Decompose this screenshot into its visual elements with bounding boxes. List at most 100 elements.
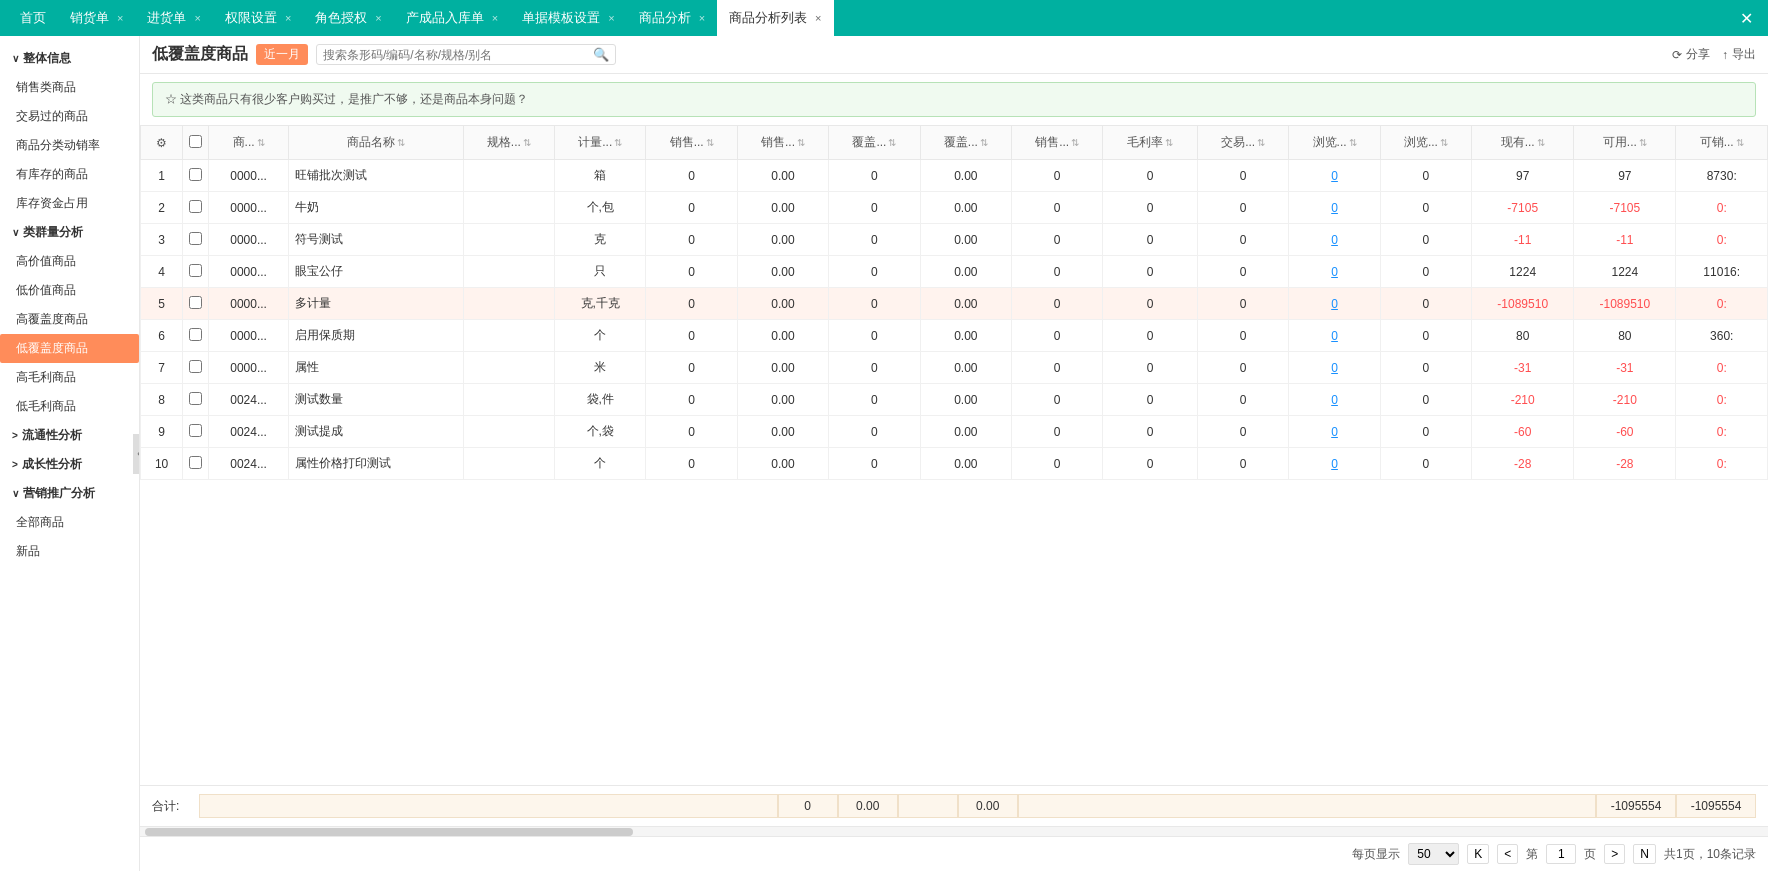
window-close-button[interactable]: ✕ bbox=[1732, 4, 1760, 32]
row-checkbox[interactable] bbox=[189, 264, 202, 277]
nav-item-首页[interactable]: 首页 bbox=[8, 0, 58, 36]
sidebar-section-2[interactable]: >流通性分析 bbox=[0, 421, 139, 450]
sidebar-item-低毛利商品[interactable]: 低毛利商品 bbox=[0, 392, 139, 421]
row-checkbox[interactable] bbox=[189, 328, 202, 341]
col-header-coverage1[interactable]: 覆盖...⇅ bbox=[829, 126, 920, 160]
nav-close-icon[interactable]: × bbox=[608, 0, 614, 36]
sidebar-item-全部商品[interactable]: 全部商品 bbox=[0, 508, 139, 537]
col-header-gross_margin[interactable]: 毛利率⇅ bbox=[1103, 126, 1198, 160]
data-table: ⚙商...⇅商品名称⇅规格...⇅计量...⇅销售...⇅销售...⇅覆盖...… bbox=[140, 125, 1768, 480]
browse-link[interactable]: 0 bbox=[1331, 265, 1338, 279]
row-gross-margin: 0 bbox=[1103, 288, 1198, 320]
nav-close-icon[interactable]: × bbox=[375, 0, 381, 36]
nav-item-进货单[interactable]: 进货单× bbox=[135, 0, 212, 36]
col-header-sales3[interactable]: 销售...⇅ bbox=[1012, 126, 1103, 160]
sidebar-item-商品分类动销率[interactable]: 商品分类动销率 bbox=[0, 131, 139, 160]
search-input[interactable] bbox=[323, 48, 593, 62]
sidebar-item-库存资金占用[interactable]: 库存资金占用 bbox=[0, 189, 139, 218]
browse-link[interactable]: 0 bbox=[1331, 393, 1338, 407]
nav-item-权限设置[interactable]: 权限设置× bbox=[213, 0, 303, 36]
share-button[interactable]: ⟳ 分享 bbox=[1672, 46, 1710, 63]
col-header-sales_count[interactable]: 销售...⇅ bbox=[646, 126, 737, 160]
sidebar-item-销售类商品[interactable]: 销售类商品 bbox=[0, 73, 139, 102]
sidebar-collapse-button[interactable]: « bbox=[133, 434, 140, 474]
sidebar-item-低覆盖度商品[interactable]: 低覆盖度商品 bbox=[0, 334, 139, 363]
browse-link[interactable]: 0 bbox=[1331, 329, 1338, 343]
nav-item-角色授权[interactable]: 角色授权× bbox=[303, 0, 393, 36]
browse-link[interactable]: 0 bbox=[1331, 169, 1338, 183]
nav-close-icon[interactable]: × bbox=[699, 0, 705, 36]
sidebar-section-0[interactable]: ∨整体信息 bbox=[0, 44, 139, 73]
sidebar-item-高覆盖度商品[interactable]: 高覆盖度商品 bbox=[0, 305, 139, 334]
sort-icon: ⇅ bbox=[257, 137, 265, 148]
nav-close-icon[interactable]: × bbox=[194, 0, 200, 36]
row-checkbox[interactable] bbox=[189, 168, 202, 181]
row-checkbox[interactable] bbox=[189, 456, 202, 469]
sidebar-item-新品[interactable]: 新品 bbox=[0, 537, 139, 566]
col-header-settings[interactable]: ⚙ bbox=[141, 126, 183, 160]
nav-item-商品分析列表[interactable]: 商品分析列表× bbox=[717, 0, 833, 36]
page-size-select[interactable]: 50 100 200 bbox=[1408, 843, 1459, 865]
sidebar-item-交易过的商品[interactable]: 交易过的商品 bbox=[0, 102, 139, 131]
row-checkbox[interactable] bbox=[189, 360, 202, 373]
col-header-code[interactable]: 商...⇅ bbox=[209, 126, 289, 160]
nav-close-icon[interactable]: × bbox=[492, 0, 498, 36]
row-checkbox[interactable] bbox=[189, 424, 202, 437]
page-number-input[interactable] bbox=[1546, 844, 1576, 864]
row-code: 0000... bbox=[209, 192, 289, 224]
row-num: 3 bbox=[141, 224, 183, 256]
browse-link[interactable]: 0 bbox=[1331, 297, 1338, 311]
sidebar-section-3[interactable]: >成长性分析 bbox=[0, 450, 139, 479]
row-unit: 克 bbox=[555, 224, 646, 256]
sidebar-section-1[interactable]: ∨类群量分析 bbox=[0, 218, 139, 247]
prev-page-button[interactable]: < bbox=[1497, 844, 1518, 864]
col-header-spec[interactable]: 规格...⇅ bbox=[463, 126, 554, 160]
col-header-current_stock[interactable]: 现有...⇅ bbox=[1472, 126, 1574, 160]
row-trade: 0 bbox=[1197, 288, 1288, 320]
row-gross-margin: 0 bbox=[1103, 384, 1198, 416]
horizontal-scrollbar[interactable] bbox=[140, 826, 1768, 836]
nav-close-icon[interactable]: × bbox=[285, 0, 291, 36]
row-checkbox[interactable] bbox=[189, 232, 202, 245]
browse-link[interactable]: 0 bbox=[1331, 457, 1338, 471]
col-header-sales_amt[interactable]: 销售...⇅ bbox=[737, 126, 828, 160]
nav-close-icon[interactable]: × bbox=[117, 0, 123, 36]
row-current-stock: -11 bbox=[1472, 224, 1574, 256]
nav-item-销货单[interactable]: 销货单× bbox=[58, 0, 135, 36]
row-checkbox[interactable] bbox=[189, 296, 202, 309]
col-header-name[interactable]: 商品名称⇅ bbox=[288, 126, 463, 160]
sidebar-item-低价值商品[interactable]: 低价值商品 bbox=[0, 276, 139, 305]
col-header-coverage2[interactable]: 覆盖...⇅ bbox=[920, 126, 1011, 160]
row-unit: 只 bbox=[555, 256, 646, 288]
browse-link[interactable]: 0 bbox=[1331, 361, 1338, 375]
row-trade: 0 bbox=[1197, 256, 1288, 288]
sidebar-item-有库存的商品[interactable]: 有库存的商品 bbox=[0, 160, 139, 189]
row-checkbox[interactable] bbox=[189, 200, 202, 213]
nav-close-icon[interactable]: × bbox=[815, 0, 821, 36]
period-button[interactable]: 近一月 bbox=[256, 44, 308, 65]
settings-icon[interactable]: ⚙ bbox=[156, 136, 167, 150]
export-button[interactable]: ↑ 导出 bbox=[1722, 46, 1756, 63]
first-page-button[interactable]: K bbox=[1467, 844, 1489, 864]
select-all-checkbox[interactable] bbox=[189, 135, 202, 148]
scrollbar-thumb[interactable] bbox=[145, 828, 633, 836]
col-header-unit[interactable]: 计量...⇅ bbox=[555, 126, 646, 160]
row-checkbox[interactable] bbox=[189, 392, 202, 405]
col-header-available[interactable]: 可用...⇅ bbox=[1574, 126, 1676, 160]
nav-item-商品分析[interactable]: 商品分析× bbox=[627, 0, 717, 36]
sidebar-item-高毛利商品[interactable]: 高毛利商品 bbox=[0, 363, 139, 392]
browse-link[interactable]: 0 bbox=[1331, 425, 1338, 439]
last-page-button[interactable]: N bbox=[1633, 844, 1656, 864]
col-header-sellable[interactable]: 可销...⇅ bbox=[1676, 126, 1768, 160]
sidebar-item-高价值商品[interactable]: 高价值商品 bbox=[0, 247, 139, 276]
col-header-checkbox[interactable] bbox=[183, 126, 209, 160]
col-header-browse2[interactable]: 浏览...⇅ bbox=[1380, 126, 1471, 160]
nav-item-单据模板设置[interactable]: 单据模板设置× bbox=[510, 0, 626, 36]
nav-item-产成品入库单[interactable]: 产成品入库单× bbox=[394, 0, 510, 36]
col-header-browse1[interactable]: 浏览...⇅ bbox=[1289, 126, 1380, 160]
browse-link[interactable]: 0 bbox=[1331, 233, 1338, 247]
sidebar-section-4[interactable]: ∨营销推广分析 bbox=[0, 479, 139, 508]
next-page-button[interactable]: > bbox=[1604, 844, 1625, 864]
col-header-trade[interactable]: 交易...⇅ bbox=[1197, 126, 1288, 160]
browse-link[interactable]: 0 bbox=[1331, 201, 1338, 215]
